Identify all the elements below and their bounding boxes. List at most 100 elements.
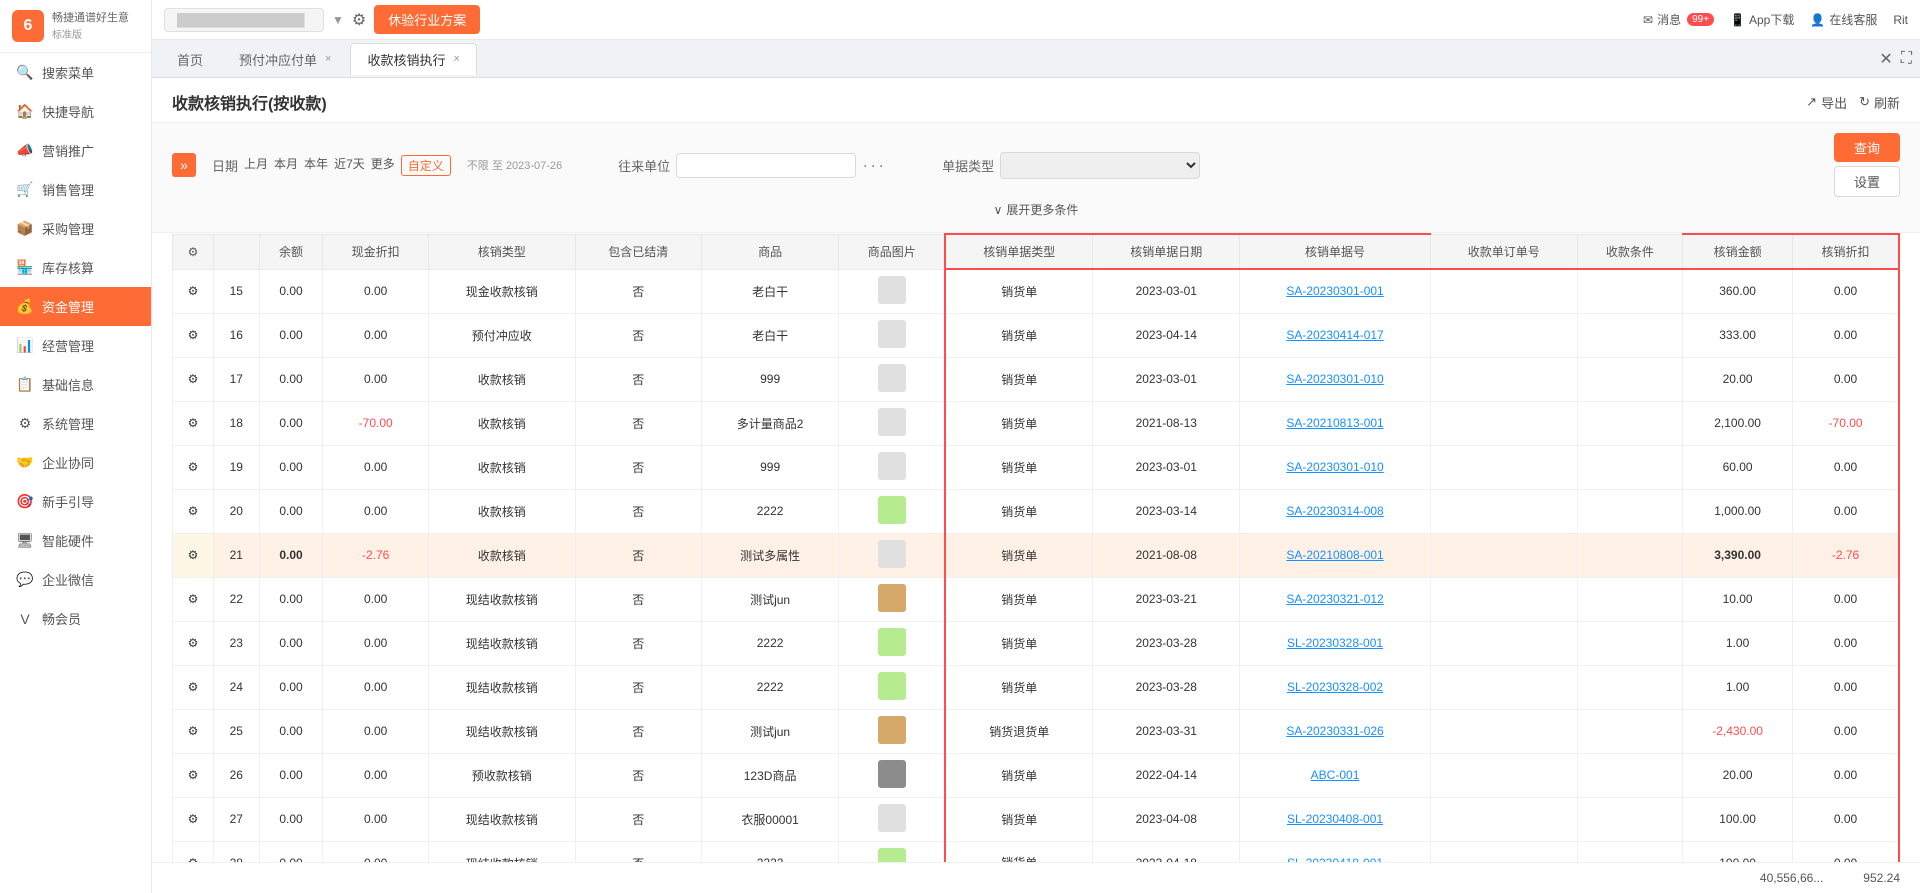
row-settings-icon[interactable]: ⚙ [188, 504, 199, 518]
sidebar-item-basic-info[interactable]: 📋基础信息 [0, 365, 151, 404]
sidebar-item-search[interactable]: 🔍搜索菜单 [0, 53, 151, 92]
cell-writeoff_bill_no-0[interactable]: SA-20230301-001 [1240, 269, 1431, 313]
row-settings-icon[interactable]: ⚙ [188, 636, 199, 650]
cell-settings-10: ⚙ [173, 709, 214, 753]
writeoff-bill-no-link[interactable]: SL-20230328-001 [1287, 636, 1383, 650]
topbar-chevron-icon[interactable]: ▼ [332, 13, 344, 27]
sidebar-item-member[interactable]: V畅会员 [0, 599, 151, 638]
writeoff-bill-no-link[interactable]: SA-20210813-001 [1286, 416, 1383, 430]
maximize-icon[interactable]: ⛶ [1901, 50, 1912, 68]
cell-writeoff_bill_no-9[interactable]: SL-20230328-002 [1240, 665, 1431, 709]
cell-writeoff_bill_no-2[interactable]: SA-20230301-010 [1240, 357, 1431, 401]
total-discount-item: 952.24 [1863, 871, 1900, 885]
bill-type-select[interactable] [1000, 152, 1200, 179]
sidebar-item-purchase[interactable]: 📦采购管理 [0, 209, 151, 248]
cell-writeoff_bill_no-4[interactable]: SA-20230301-010 [1240, 445, 1431, 489]
app-download-button[interactable]: 📱 App下载 [1730, 11, 1794, 28]
user-avatar[interactable]: Rit [1893, 13, 1908, 27]
sidebar-item-operations[interactable]: 📊经营管理 [0, 326, 151, 365]
cell-goods-9: 2222 [701, 665, 839, 709]
sidebar-item-wechat[interactable]: 💬企业微信 [0, 560, 151, 599]
writeoff-bill-no-link[interactable]: SA-20230414-017 [1286, 328, 1383, 342]
expand-more-conditions[interactable]: ∨ 展开更多条件 [172, 197, 1900, 222]
row-settings-icon[interactable]: ⚙ [188, 460, 199, 474]
cell-writeoff_bill_no-3[interactable]: SA-20210813-001 [1240, 401, 1431, 445]
cell-writeoff_bill_no-7[interactable]: SA-20230321-012 [1240, 577, 1431, 621]
refresh-button[interactable]: ↻ 刷新 [1859, 93, 1900, 112]
row-settings-icon[interactable]: ⚙ [188, 812, 199, 826]
cell-writeoff_bill_no-10[interactable]: SA-20230331-026 [1240, 709, 1431, 753]
row-settings-icon[interactable]: ⚙ [188, 328, 199, 342]
cell-include_settled-6: 否 [575, 533, 701, 577]
writeoff-bill-no-link[interactable]: SL-20230408-001 [1287, 812, 1383, 826]
writeoff-bill-no-link[interactable]: SA-20230321-012 [1286, 592, 1383, 606]
row-settings-icon[interactable]: ⚙ [188, 724, 199, 738]
th-seq [214, 234, 260, 269]
cell-writeoff_bill_no-12[interactable]: SL-20230408-001 [1240, 797, 1431, 841]
writeoff-bill-no-link[interactable]: SL-20230328-002 [1287, 680, 1383, 694]
tab-close-receipt[interactable]: × [453, 53, 459, 65]
writeoff-bill-no-link[interactable]: SA-20230301-010 [1286, 460, 1383, 474]
sidebar-item-finance[interactable]: 💰资金管理 [0, 287, 151, 326]
setting-button[interactable]: 设置 [1834, 166, 1900, 197]
topbar-gear-icon[interactable]: ⚙ [352, 10, 366, 30]
table-row: ⚙150.000.00现金收款核销否老白干销货单2023-03-01SA-202… [173, 269, 1900, 313]
date-this-year[interactable]: 本年 [304, 155, 328, 176]
sidebar-item-guide[interactable]: 🎯新手引导 [0, 482, 151, 521]
cell-include_settled-3: 否 [575, 401, 701, 445]
row-settings-icon[interactable]: ⚙ [188, 548, 199, 562]
cell-writeoff_discount-9: 0.00 [1793, 665, 1899, 709]
writeoff-bill-no-link[interactable]: SA-20230314-008 [1286, 504, 1383, 518]
cell-writeoff_bill_no-8[interactable]: SL-20230328-001 [1240, 621, 1431, 665]
industry-solution-button[interactable]: 休验行业方案 [374, 5, 480, 34]
row-settings-icon[interactable]: ⚙ [188, 416, 199, 430]
sidebar-item-quick-nav[interactable]: 🏠快捷导航 [0, 92, 151, 131]
cell-writeoff_bill_no-11[interactable]: ABC-001 [1240, 753, 1431, 797]
from-unit-input[interactable] [676, 153, 856, 178]
writeoff-bill-no-link[interactable]: SA-20230331-026 [1286, 724, 1383, 738]
sidebar-item-marketing[interactable]: 📣营销推广 [0, 131, 151, 170]
close-tab-icon[interactable]: ✕ [1879, 49, 1892, 69]
sidebar-item-system[interactable]: ⚙系统管理 [0, 404, 151, 443]
date-more[interactable]: 更多 [371, 155, 395, 176]
cell-include_settled-1: 否 [575, 313, 701, 357]
row-settings-icon[interactable]: ⚙ [188, 592, 199, 606]
cell-writeoff_bill_no-6[interactable]: SA-20210808-001 [1240, 533, 1431, 577]
tab-home[interactable]: 首页 [160, 43, 220, 75]
writeoff-bill-no-link[interactable]: SA-20230301-001 [1286, 284, 1383, 298]
messages-button[interactable]: ✉ 消息 99+ [1643, 11, 1714, 28]
cell-writeoff_date-1: 2023-04-14 [1093, 313, 1240, 357]
row-settings-icon[interactable]: ⚙ [188, 372, 199, 386]
row-settings-icon[interactable]: ⚙ [188, 680, 199, 694]
date-last-7-days[interactable]: 近7天 [334, 155, 365, 176]
cell-writeoff_bill_no-13[interactable]: SL-20230418-001 [1240, 841, 1431, 862]
sidebar-item-enterprise[interactable]: 🤝企业协同 [0, 443, 151, 482]
date-custom[interactable]: 自定义 [401, 155, 451, 176]
tab-prepay[interactable]: 预付冲应付单× [222, 43, 348, 75]
export-button[interactable]: ↗ 导出 [1806, 93, 1847, 112]
online-service-button[interactable]: 👤 在线客服 [1810, 11, 1877, 28]
sidebar-item-inventory[interactable]: 🏪库存核算 [0, 248, 151, 287]
sidebar-item-smart-hw[interactable]: 🖥智能硬件 [0, 521, 151, 560]
row-settings-icon[interactable]: ⚙ [188, 768, 199, 782]
sidebar-item-sales[interactable]: 🛒销售管理 [0, 170, 151, 209]
cell-writeoff_bill_type-11: 销货单 [945, 753, 1093, 797]
smart-hw-icon: 🖥 [16, 532, 34, 550]
cell-goods-5: 2222 [701, 489, 839, 533]
cell-writeoff_discount-3: -70.00 [1793, 401, 1899, 445]
writeoff-bill-no-link[interactable]: SA-20210808-001 [1286, 548, 1383, 562]
cell-seq-7: 22 [214, 577, 260, 621]
query-button[interactable]: 查询 [1834, 133, 1900, 162]
tab-close-prepay[interactable]: × [325, 53, 331, 65]
date-this-month[interactable]: 本月 [274, 155, 298, 176]
date-last-month[interactable]: 上月 [244, 155, 268, 176]
cell-goods_image-0 [839, 269, 945, 313]
writeoff-bill-no-link[interactable]: ABC-001 [1311, 768, 1360, 782]
filter-expand-button[interactable]: » [172, 153, 196, 177]
writeoff-bill-no-link[interactable]: SA-20230301-010 [1286, 372, 1383, 386]
tab-receipt[interactable]: 收款核销执行× [350, 43, 476, 75]
cell-writeoff_bill_no-5[interactable]: SA-20230314-008 [1240, 489, 1431, 533]
cell-writeoff_bill_no-1[interactable]: SA-20230414-017 [1240, 313, 1431, 357]
row-settings-icon[interactable]: ⚙ [188, 284, 199, 298]
topbar-search-box[interactable]: ███████████████ [164, 8, 324, 32]
